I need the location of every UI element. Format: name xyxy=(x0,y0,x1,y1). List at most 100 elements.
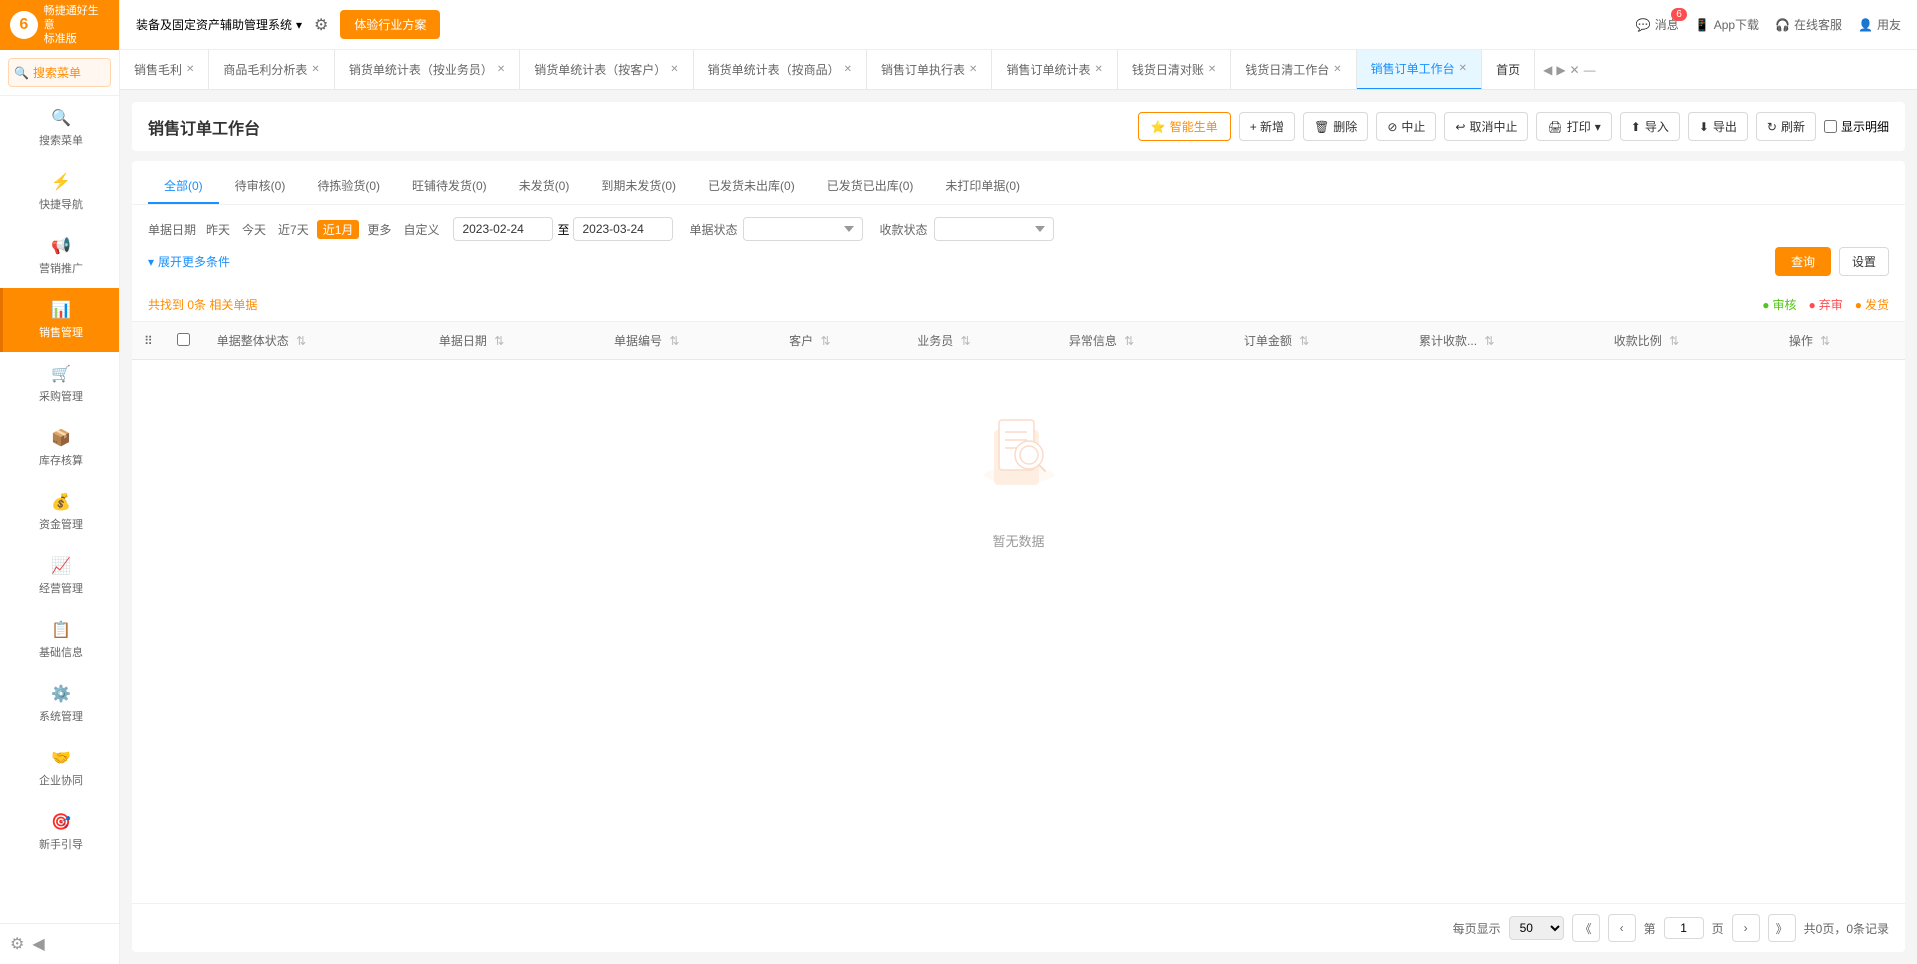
tab-sales-stats-product[interactable]: 销货单统计表（按商品）✕ xyxy=(694,50,867,90)
sort-icon-received[interactable]: ⇅ xyxy=(1484,334,1494,348)
sidebar-item-sales[interactable]: 📊销售管理 xyxy=(0,288,119,352)
settings-button[interactable]: 设置 xyxy=(1839,247,1889,276)
settings-bottom-icon[interactable]: ⚙ xyxy=(10,934,24,954)
collapse-icon[interactable]: ◀ xyxy=(32,934,44,954)
tab-close-icon[interactable]: ✕ xyxy=(844,64,852,75)
tab-cash-daily[interactable]: 钱货日清工作台✕ xyxy=(1231,50,1356,90)
next-page-button[interactable]: › xyxy=(1732,914,1760,942)
sidebar-item-guide[interactable]: 🎯新手引导 xyxy=(0,800,119,864)
tab-close-icon[interactable]: ✕ xyxy=(1459,63,1467,74)
tab-close-icon[interactable]: ✕ xyxy=(670,64,678,75)
show-detail-checkbox[interactable] xyxy=(1824,120,1837,133)
delete-button[interactable]: 🗑 删除 xyxy=(1303,112,1368,141)
sort-icon-abnormal[interactable]: ⇅ xyxy=(1124,334,1134,348)
sidebar-item-marketing[interactable]: 📢营销推广 xyxy=(0,224,119,288)
tab-sales-order-workbench[interactable]: 销售订单工作台✕ xyxy=(1357,50,1482,90)
date-from-input[interactable] xyxy=(453,217,553,241)
online-service-button[interactable]: 🎧 在线客服 xyxy=(1775,16,1842,33)
cancel-suspend-button[interactable]: ↩ 取消中止 xyxy=(1444,112,1528,141)
date-custom[interactable]: 自定义 xyxy=(399,219,443,240)
filter-tab-not-shipped[interactable]: 未发货(0) xyxy=(503,169,586,204)
sort-icon-amount[interactable]: ⇅ xyxy=(1299,334,1309,348)
review-action-button[interactable]: ● 审核 xyxy=(1762,296,1796,313)
date-yesterday[interactable]: 昨天 xyxy=(202,219,234,240)
sidebar-item-operations[interactable]: 📈经营管理 xyxy=(0,544,119,608)
sort-icon-date[interactable]: ⇅ xyxy=(494,334,504,348)
import-button[interactable]: ⬆ 导入 xyxy=(1620,112,1680,141)
date-more[interactable]: 更多 xyxy=(363,219,395,240)
tab-close-icon[interactable]: ✕ xyxy=(969,64,977,75)
show-detail-toggle[interactable]: 显示明细 xyxy=(1824,118,1889,135)
tab-sales-stats-customer[interactable]: 销货单统计表（按客户）✕ xyxy=(520,50,693,90)
tabs-prev-icon[interactable]: ◀ xyxy=(1543,63,1552,77)
status-select[interactable] xyxy=(743,217,863,241)
query-button[interactable]: 查询 xyxy=(1775,247,1831,276)
filter-tab-shipped-out[interactable]: 已发货已出库(0) xyxy=(811,169,930,204)
tabs-close-all-icon[interactable]: ✕ xyxy=(1570,63,1580,77)
sort-icon-ratio[interactable]: ⇅ xyxy=(1669,334,1679,348)
solution-button[interactable]: 体验行业方案 xyxy=(340,10,440,39)
tab-sales-profit[interactable]: 销售毛利✕ xyxy=(120,50,209,90)
sidebar-item-quick-nav[interactable]: ⚡快捷导航 xyxy=(0,160,119,224)
filter-tab-pending-inspect[interactable]: 待拣验货(0) xyxy=(301,169,396,204)
filter-tab-wangpu-pending[interactable]: 旺铺待发货(0) xyxy=(396,169,503,204)
sort-icon-number[interactable]: ⇅ xyxy=(669,334,679,348)
system-title-dropdown[interactable]: 装备及固定资产辅助管理系统 ▾ xyxy=(136,16,302,33)
sidebar-item-basic-info[interactable]: 📋基础信息 xyxy=(0,608,119,672)
app-download-button[interactable]: 📱 App下载 xyxy=(1695,16,1759,33)
tab-close-icon[interactable]: ✕ xyxy=(186,64,194,75)
tab-close-icon[interactable]: ✕ xyxy=(311,64,319,75)
tab-close-icon[interactable]: ✕ xyxy=(1094,64,1102,75)
tab-close-icon[interactable]: ✕ xyxy=(1208,64,1216,75)
smart-create-button[interactable]: ⭐ 智能生单 xyxy=(1138,112,1231,141)
sort-icon-status[interactable]: ⇅ xyxy=(296,334,306,348)
last-page-button[interactable]: 》 xyxy=(1768,914,1796,942)
tab-close-icon[interactable]: ✕ xyxy=(1333,64,1341,75)
filter-tab-expired-not-shipped[interactable]: 到期未发货(0) xyxy=(585,169,692,204)
gear-settings-icon[interactable]: ⚙ xyxy=(314,15,328,35)
filter-tab-pending-review[interactable]: 待审核(0) xyxy=(219,169,302,204)
tab-sales-stats[interactable]: 销售订单统计表✕ xyxy=(992,50,1117,90)
table-scroll-container[interactable]: ⠿ 单据整体状态 ⇅单据日期 ⇅单据编号 ⇅客户 ⇅业务员 ⇅异常信息 ⇅订单金… xyxy=(132,322,1905,903)
page-number-input[interactable] xyxy=(1664,917,1704,939)
cancel-review-action-button[interactable]: ● 弃审 xyxy=(1808,296,1842,313)
search-menu-button[interactable]: 🔍 搜索菜单 xyxy=(8,58,111,87)
per-page-select[interactable]: 2050100 xyxy=(1509,916,1564,940)
filter-tab-all[interactable]: 全部(0) xyxy=(148,169,219,204)
add-button[interactable]: + 新增 xyxy=(1239,112,1295,141)
prev-page-button[interactable]: ‹ xyxy=(1608,914,1636,942)
select-all-checkbox[interactable] xyxy=(177,333,190,346)
export-button[interactable]: ⬇ 导出 xyxy=(1688,112,1748,141)
payment-select[interactable] xyxy=(934,217,1054,241)
filter-tab-not-printed[interactable]: 未打印单据(0) xyxy=(929,169,1036,204)
user-menu[interactable]: 👤 用友 xyxy=(1858,16,1901,33)
date-1month[interactable]: 近1月 xyxy=(317,220,360,239)
tab-sales-stats-staff[interactable]: 销货单统计表（按业务员）✕ xyxy=(335,50,520,90)
date-today[interactable]: 今天 xyxy=(238,219,270,240)
sort-icon-ops[interactable]: ⇅ xyxy=(1820,334,1830,348)
date-to-input[interactable] xyxy=(573,217,673,241)
tab-close-icon[interactable]: ✕ xyxy=(497,64,505,75)
sidebar-item-cooperation[interactable]: 🤝企业协同 xyxy=(0,736,119,800)
first-page-button[interactable]: 《 xyxy=(1572,914,1600,942)
tabs-minimize-icon[interactable]: — xyxy=(1584,63,1596,77)
sidebar-item-search[interactable]: 🔍搜索菜单 xyxy=(0,96,119,160)
sidebar-item-inventory[interactable]: 📦库存核算 xyxy=(0,416,119,480)
sort-icon-customer[interactable]: ⇅ xyxy=(820,334,830,348)
suspend-button[interactable]: ⊘ 中止 xyxy=(1376,112,1436,141)
expand-conditions-button[interactable]: ▾ 展开更多条件 xyxy=(148,253,230,270)
filter-tab-shipped-not-out[interactable]: 已发货未出库(0) xyxy=(692,169,811,204)
tab-home[interactable]: 首页 xyxy=(1482,50,1535,90)
ship-action-button[interactable]: ● 发货 xyxy=(1855,296,1889,313)
print-button[interactable]: 🖨 打印 ▾ xyxy=(1536,112,1611,141)
sidebar-item-finance[interactable]: 💰资金管理 xyxy=(0,480,119,544)
sidebar-item-system[interactable]: ⚙️系统管理 xyxy=(0,672,119,736)
col-checkbox[interactable] xyxy=(165,322,205,360)
message-button[interactable]: 💬 消息 6 xyxy=(1636,16,1679,33)
sort-icon-staff[interactable]: ⇅ xyxy=(961,334,971,348)
sidebar-item-purchase[interactable]: 🛒采购管理 xyxy=(0,352,119,416)
refresh-button[interactable]: ↻ 刷新 xyxy=(1756,112,1816,141)
tabs-next-icon[interactable]: ▶ xyxy=(1556,63,1565,77)
tab-sales-exec[interactable]: 销售订单执行表✕ xyxy=(867,50,992,90)
tab-cash-reconcile[interactable]: 钱货日清对账✕ xyxy=(1118,50,1231,90)
